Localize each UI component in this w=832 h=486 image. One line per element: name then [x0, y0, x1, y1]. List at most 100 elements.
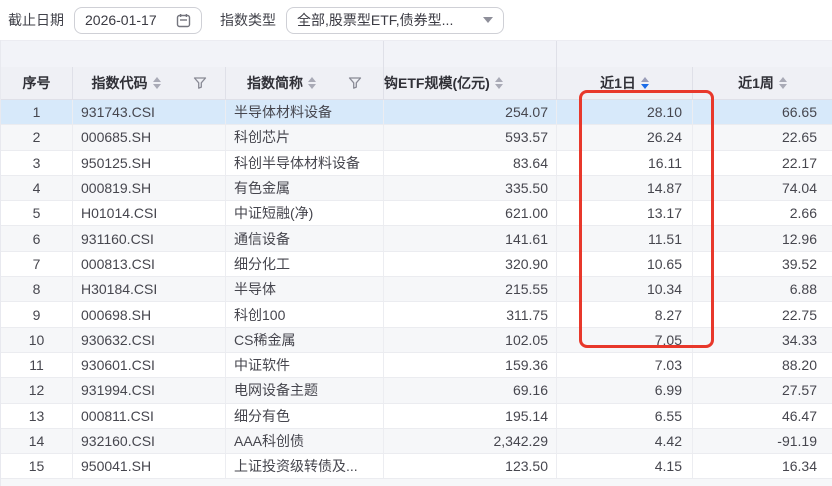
cell-seq: 4: [1, 176, 73, 200]
cell-1day-change: 28.10: [557, 100, 693, 124]
table-row[interactable]: 4 000819.SH 有色金属 335.50 14.87 74.04: [1, 176, 832, 201]
cell-index-name: CS稀金属: [226, 328, 384, 352]
cell-index-code: 931743.CSI: [73, 100, 226, 124]
header-label: 钩ETF规模(亿元): [384, 73, 490, 93]
cell-1day-change: 10.34: [557, 277, 693, 301]
index-type-label: 指数类型: [220, 10, 276, 30]
header-index-name[interactable]: 指数简称: [226, 67, 384, 99]
index-table: 序号 指数代码 指数简称 钩ETF规模(亿元) 近1日 近1周: [0, 40, 832, 486]
sort-caret-icon[interactable]: [779, 77, 787, 89]
cell-etf-scale: 83.64: [384, 151, 557, 175]
column-divider: [556, 41, 557, 67]
cell-index-code: 000811.CSI: [73, 404, 226, 428]
cell-index-name: 科创100: [226, 302, 384, 326]
cell-index-name: 科创半导体材料设备: [226, 151, 384, 175]
table-row[interactable]: 10 930632.CSI CS稀金属 102.05 7.05 34.33: [1, 328, 832, 353]
cell-1week-change: 66.65: [693, 100, 832, 124]
cell-index-code: 000819.SH: [73, 176, 226, 200]
cell-seq: 3: [1, 151, 73, 175]
table-row[interactable]: 8 H30184.CSI 半导体 215.55 10.34 6.88: [1, 277, 832, 302]
cell-1day-change: 4.15: [557, 454, 693, 478]
cell-1week-change: -91.19: [693, 429, 832, 453]
index-type-select[interactable]: 全部,股票型ETF,债券型...: [286, 7, 504, 34]
table-row[interactable]: 15 950041.SH 上证投资级转债及... 123.50 4.15 16.…: [1, 454, 832, 479]
table-row[interactable]: 7 000813.CSI 细分化工 320.90 10.65 39.52: [1, 252, 832, 277]
cell-index-code: 930601.CSI: [73, 353, 226, 377]
cell-index-code: 932160.CSI: [73, 429, 226, 453]
sort-caret-icon[interactable]: [495, 77, 503, 89]
header-1week-change[interactable]: 近1周: [693, 67, 832, 99]
table-row[interactable]: 5 H01014.CSI 中证短融(净) 621.00 13.17 2.66: [1, 201, 832, 226]
header-index-code[interactable]: 指数代码: [73, 67, 226, 99]
table-header-row: 序号 指数代码 指数简称 钩ETF规模(亿元) 近1日 近1周: [1, 67, 832, 100]
cell-1day-change: 14.87: [557, 176, 693, 200]
table-row[interactable]: 13 000811.CSI 细分有色 195.14 6.55 46.47: [1, 404, 832, 429]
cell-1day-change: 4.42: [557, 429, 693, 453]
header-group-strip: [1, 40, 832, 67]
table-row[interactable]: 14 932160.CSI AAA科创债 2,342.29 4.42 -91.1…: [1, 429, 832, 454]
cell-1week-change: 16.34: [693, 454, 832, 478]
cell-index-name: 通信设备: [226, 226, 384, 250]
header-1day-change[interactable]: 近1日: [557, 67, 693, 99]
cell-index-name: 细分有色: [226, 404, 384, 428]
header-label: 指数代码: [92, 73, 148, 93]
cell-seq: 14: [1, 429, 73, 453]
header-label: 近1日: [600, 73, 636, 93]
cell-etf-scale: 320.90: [384, 252, 557, 276]
table-row[interactable]: 6 931160.CSI 通信设备 141.61 11.51 12.96: [1, 226, 832, 251]
cell-etf-scale: 2,342.29: [384, 429, 557, 453]
table-row[interactable]: 9 000698.SH 科创100 311.75 8.27 22.75: [1, 302, 832, 327]
cell-etf-scale: 335.50: [384, 176, 557, 200]
date-value: 2026-01-17: [85, 12, 157, 28]
table-row[interactable]: 3 950125.SH 科创半导体材料设备 83.64 16.11 22.17: [1, 151, 832, 176]
filter-icon[interactable]: [193, 76, 207, 90]
header-seq[interactable]: 序号: [1, 67, 73, 99]
dropdown-arrow-icon: [483, 17, 493, 23]
cell-seq: 1: [1, 100, 73, 124]
header-etf-scale[interactable]: 钩ETF规模(亿元): [384, 67, 557, 99]
cell-etf-scale: 311.75: [384, 302, 557, 326]
column-divider: [383, 41, 384, 67]
cell-index-name: 上证投资级转债及...: [226, 454, 384, 478]
cell-1day-change: 7.03: [557, 353, 693, 377]
sort-caret-icon[interactable]: [153, 77, 161, 89]
table-body: 1 931743.CSI 半导体材料设备 254.07 28.10 66.65 …: [1, 100, 832, 479]
cell-1day-change: 11.51: [557, 226, 693, 250]
cell-index-name: 电网设备主题: [226, 378, 384, 402]
cell-etf-scale: 69.16: [384, 378, 557, 402]
table-row[interactable]: 2 000685.SH 科创芯片 593.57 26.24 22.65: [1, 125, 832, 150]
cell-index-code: 931994.CSI: [73, 378, 226, 402]
cell-1week-change: 22.65: [693, 125, 832, 149]
cell-1day-change: 10.65: [557, 252, 693, 276]
cell-seq: 7: [1, 252, 73, 276]
cell-seq: 6: [1, 226, 73, 250]
cell-index-code: 000685.SH: [73, 125, 226, 149]
sort-caret-icon-active[interactable]: [641, 77, 649, 89]
cell-1week-change: 27.57: [693, 378, 832, 402]
cell-index-code: 930632.CSI: [73, 328, 226, 352]
cell-index-code: 950125.SH: [73, 151, 226, 175]
cell-etf-scale: 159.36: [384, 353, 557, 377]
cell-index-code: 000813.CSI: [73, 252, 226, 276]
filter-icon[interactable]: [348, 76, 362, 90]
cell-1day-change: 13.17: [557, 201, 693, 225]
cell-index-code: 931160.CSI: [73, 226, 226, 250]
cell-index-name: 有色金属: [226, 176, 384, 200]
date-picker[interactable]: 2026-01-17: [74, 7, 202, 34]
cell-etf-scale: 123.50: [384, 454, 557, 478]
partial-next-row: [1, 479, 832, 486]
cell-1week-change: 46.47: [693, 404, 832, 428]
table-row[interactable]: 1 931743.CSI 半导体材料设备 254.07 28.10 66.65: [1, 100, 832, 125]
cell-1day-change: 8.27: [557, 302, 693, 326]
cell-index-name: 半导体: [226, 277, 384, 301]
cell-seq: 5: [1, 201, 73, 225]
cell-1week-change: 6.88: [693, 277, 832, 301]
cell-seq: 2: [1, 125, 73, 149]
sort-caret-icon[interactable]: [308, 77, 316, 89]
date-label: 截止日期: [8, 10, 64, 30]
cell-seq: 8: [1, 277, 73, 301]
table-row[interactable]: 12 931994.CSI 电网设备主题 69.16 6.99 27.57: [1, 378, 832, 403]
cell-1week-change: 88.20: [693, 353, 832, 377]
table-row[interactable]: 11 930601.CSI 中证软件 159.36 7.03 88.20: [1, 353, 832, 378]
cell-1week-change: 12.96: [693, 226, 832, 250]
